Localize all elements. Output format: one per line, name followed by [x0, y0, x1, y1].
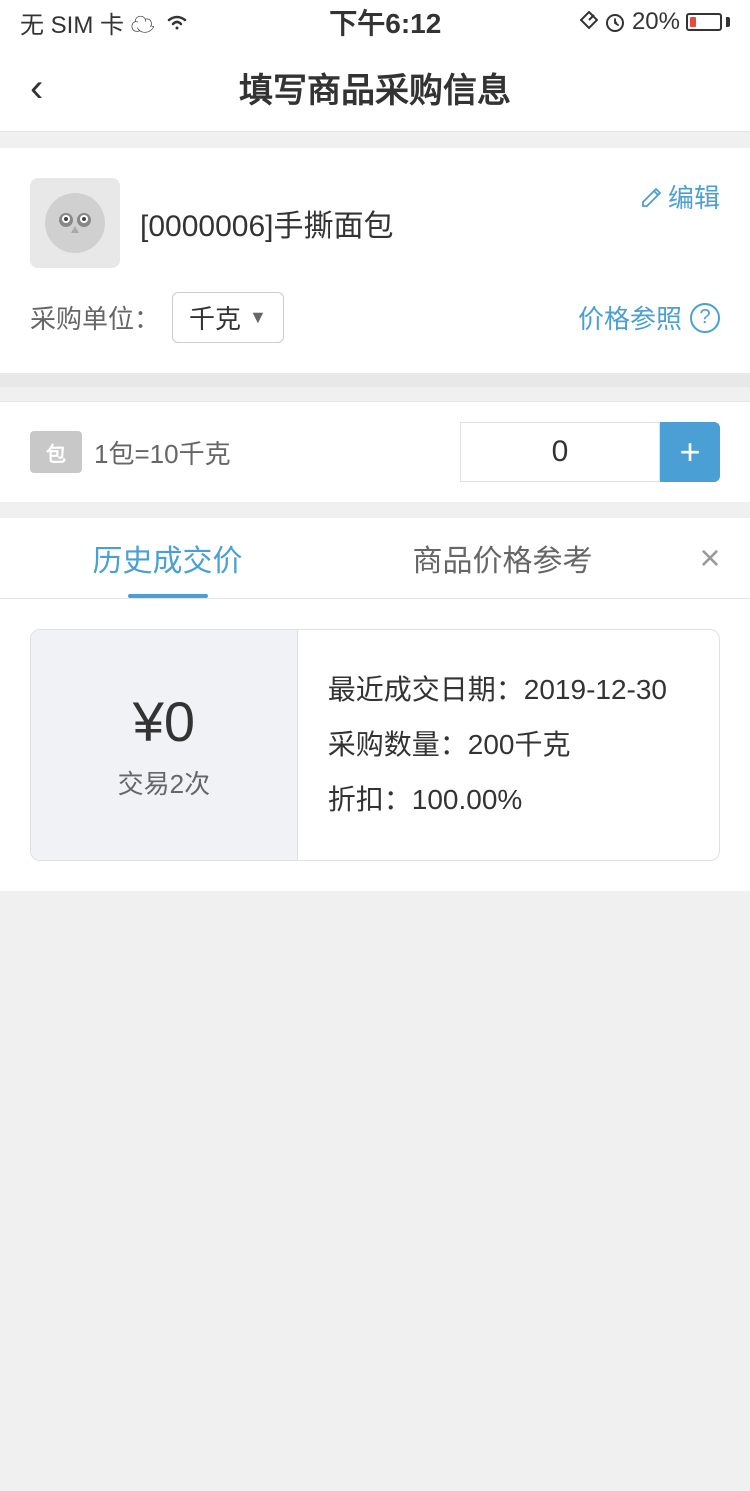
- quantity-section: 包 1包=10千克 +: [0, 401, 750, 502]
- wifi-icon: [163, 12, 191, 32]
- battery-percent: 20%: [632, 8, 680, 36]
- unit-select-dropdown[interactable]: 千克 ▼: [172, 292, 284, 343]
- tab-product-price-ref[interactable]: 商品价格参考: [335, 518, 670, 598]
- status-bar: 无 SIM 卡 ☁ 下午6:12 20%: [0, 0, 750, 44]
- battery-icon: [686, 13, 730, 31]
- status-left: 无 SIM 卡 ☁: [20, 5, 191, 40]
- unit-label: 采购单位：: [30, 299, 160, 336]
- quantity-input[interactable]: [460, 422, 660, 482]
- edit-icon: [640, 186, 662, 208]
- product-left: [0000006]手撕面包: [30, 178, 393, 268]
- product-section: [0000006]手撕面包 编辑 采购单位： 千克 ▼ 价格参照 ?: [0, 148, 750, 373]
- edit-label: 编辑: [668, 178, 720, 215]
- tab-history-price[interactable]: 历史成交价: [0, 518, 335, 598]
- product-header: [0000006]手撕面包 编辑: [30, 178, 720, 268]
- chevron-down-icon: ▼: [249, 307, 267, 328]
- recent-date-row: 最近成交日期：2019-12-30: [328, 670, 689, 709]
- product-image-icon: [40, 188, 110, 258]
- section-divider: [0, 373, 750, 387]
- qty-label-group: 包 1包=10千克: [30, 431, 231, 473]
- bag-conversion-label: 1包=10千克: [94, 434, 231, 471]
- price-ref-label: 价格参照: [578, 299, 682, 336]
- price-value: ¥0: [133, 689, 195, 754]
- tabs-section: 历史成交价 商品价格参考 × ¥0 交易2次 最近成交日期：2019-12-30…: [0, 518, 750, 891]
- qty-plus-button[interactable]: +: [660, 422, 720, 482]
- tab-content: ¥0 交易2次 最近成交日期：2019-12-30 采购数量：200千克 折扣：…: [0, 599, 750, 891]
- price-ref-button[interactable]: 价格参照 ?: [578, 299, 720, 336]
- tab-close-button[interactable]: ×: [670, 518, 750, 598]
- product-name: [0000006]手撕面包: [140, 201, 393, 245]
- page-background: [0, 891, 750, 1491]
- discount-row: 折扣：100.00%: [328, 780, 689, 819]
- purchase-qty-row: 采购数量：200千克: [328, 725, 689, 764]
- price-card-right: 最近成交日期：2019-12-30 采购数量：200千克 折扣：100.00%: [298, 630, 719, 860]
- alarm-icon: [604, 11, 626, 33]
- tabs-header: 历史成交价 商品价格参考 ×: [0, 518, 750, 599]
- edit-button[interactable]: 编辑: [640, 178, 720, 215]
- bag-icon: 包: [30, 431, 82, 473]
- transaction-count: 交易2次: [118, 764, 210, 801]
- product-unit-row: 采购单位： 千克 ▼ 价格参照 ?: [30, 292, 720, 343]
- back-button[interactable]: ‹: [30, 68, 43, 108]
- unit-value: 千克: [189, 299, 241, 336]
- product-thumbnail: [30, 178, 120, 268]
- page-title: 填写商品采购信息: [239, 63, 511, 112]
- status-right: 20%: [580, 8, 730, 36]
- location-icon: [580, 11, 598, 33]
- price-card-left: ¥0 交易2次: [31, 630, 298, 860]
- nav-bar: ‹ 填写商品采购信息: [0, 44, 750, 132]
- status-time: 下午6:12: [329, 2, 441, 42]
- history-price-card: ¥0 交易2次 最近成交日期：2019-12-30 采购数量：200千克 折扣：…: [30, 629, 720, 861]
- qty-input-group: +: [460, 422, 720, 482]
- help-icon[interactable]: ?: [690, 303, 720, 333]
- sim-label: 无 SIM 卡 ☁: [20, 5, 155, 40]
